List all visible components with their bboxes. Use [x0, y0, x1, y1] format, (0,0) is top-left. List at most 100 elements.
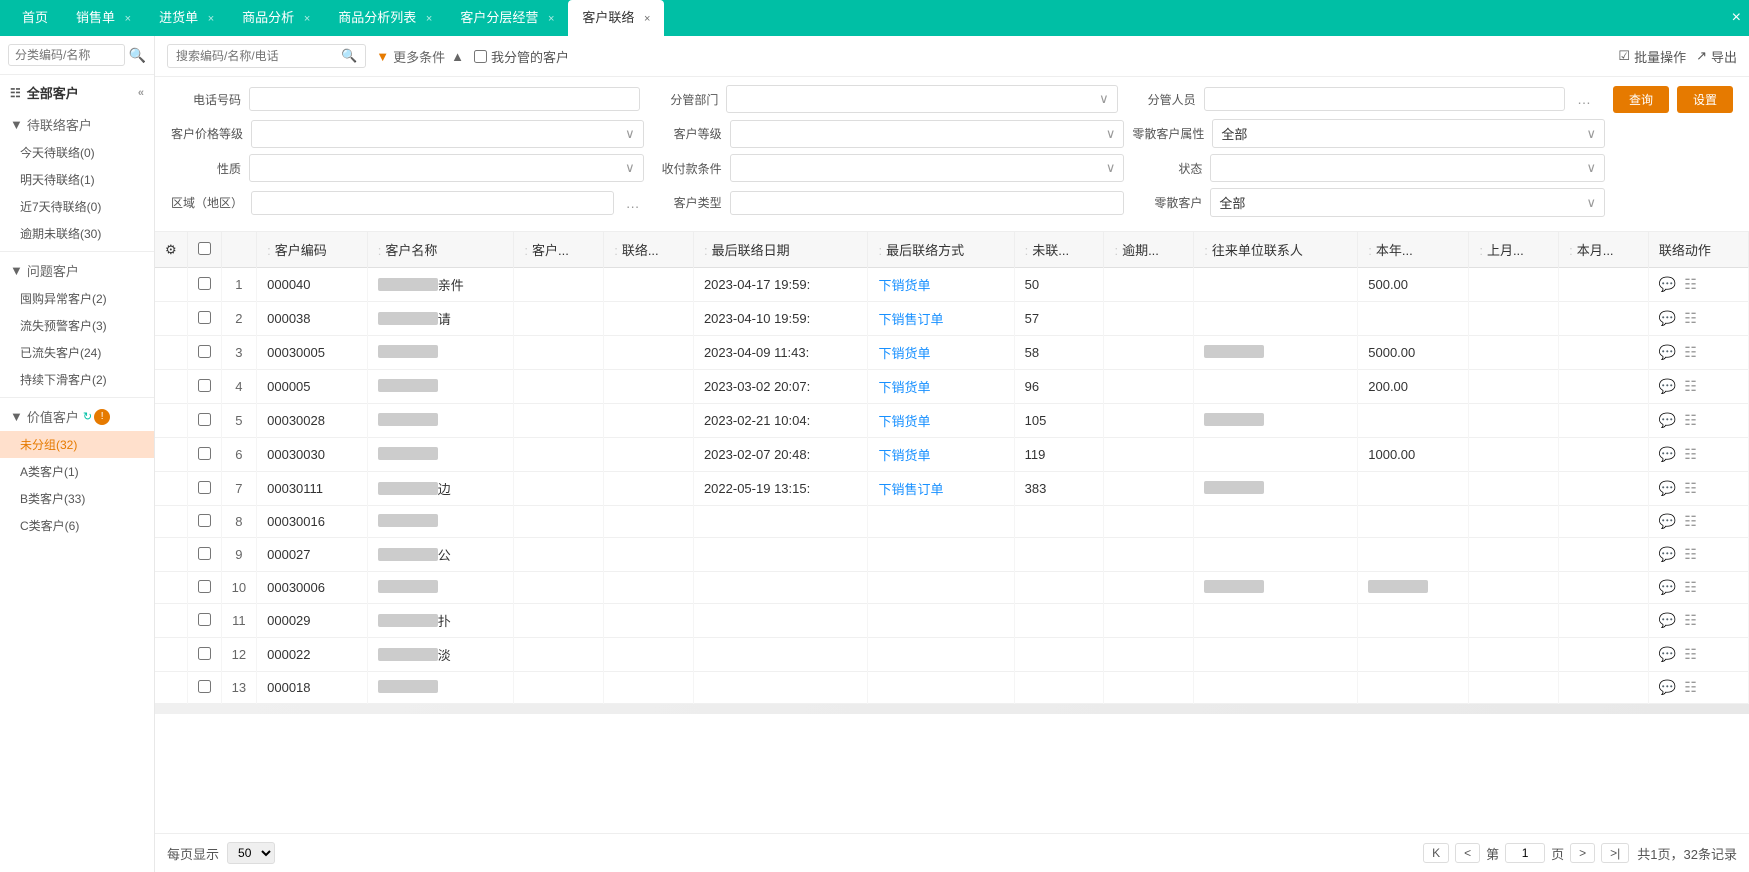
row-checkbox[interactable] [198, 447, 211, 460]
row-checkbox[interactable] [198, 311, 211, 324]
retail-attr-select[interactable]: 全部 ∨ [1212, 119, 1605, 148]
unit-contact-header[interactable]: :往来单位联系人 [1194, 232, 1358, 268]
category-search-input[interactable] [8, 44, 125, 66]
close-sales-tab[interactable]: × [125, 13, 131, 25]
cust-name-header[interactable]: :客户名称 [367, 232, 514, 268]
row-checkbox[interactable] [198, 680, 211, 693]
contact-grid-icon[interactable]: ☷ [1684, 378, 1697, 395]
manager-ellipsis-btn[interactable]: … [1573, 91, 1595, 107]
close-product-list-tab[interactable]: × [426, 13, 432, 25]
this-month-header[interactable]: :本月... [1559, 232, 1649, 268]
this-year-header[interactable]: :本年... [1358, 232, 1469, 268]
phone-input[interactable] [249, 87, 640, 111]
region-input[interactable] [251, 191, 614, 215]
last-page-button[interactable]: >| [1601, 843, 1629, 863]
status-select[interactable]: ∨ [1210, 154, 1605, 182]
contact-message-icon[interactable]: 💬 [1659, 310, 1676, 327]
sidebar-item-overdue-pending[interactable]: 逾期未联络(30) [0, 220, 154, 247]
my-customers-checkbox[interactable]: 我分管的客户 [474, 47, 569, 66]
settings-icon[interactable]: ⚙ [165, 242, 177, 257]
sidebar-item-churned[interactable]: 已流失客户(24) [0, 339, 154, 366]
price-tier-select[interactable]: ∨ [251, 120, 644, 148]
region-ellipsis-btn[interactable]: … [622, 195, 644, 211]
row-checkbox[interactable] [198, 345, 211, 358]
contact-grid-icon[interactable]: ☷ [1684, 412, 1697, 429]
overdue-header[interactable]: :逾期... [1104, 232, 1194, 268]
nav-tab-product-analysis[interactable]: 商品分析 × [228, 0, 324, 36]
settings-column-header[interactable]: ⚙ [155, 232, 187, 268]
batch-ops-button[interactable]: ☑ 批量操作 [1618, 47, 1686, 66]
contact-grid-icon[interactable]: ☷ [1684, 612, 1697, 629]
last-contact-date-header[interactable]: :最后联络日期 [693, 232, 868, 268]
horizontal-scrollbar[interactable] [155, 704, 1749, 714]
nav-home[interactable]: 首页 [8, 0, 62, 36]
value-section-label[interactable]: ▼ 价值客户 ↻ ! [0, 402, 154, 431]
contact-grid-icon[interactable]: ☷ [1684, 579, 1697, 596]
contact-message-icon[interactable]: 💬 [1659, 446, 1676, 463]
nature-select[interactable]: ∨ [249, 154, 644, 182]
page-size-select[interactable]: 50 [227, 842, 275, 864]
contact-grid-icon[interactable]: ☷ [1684, 546, 1697, 563]
last-contact-method-header[interactable]: :最后联络方式 [868, 232, 1014, 268]
all-customers-header[interactable]: ☷ 全部客户 « [0, 75, 154, 110]
sidebar-item-unclassified[interactable]: 未分组(32) [0, 431, 154, 458]
pending-section-label[interactable]: ▼ 待联络客户 [0, 110, 154, 139]
contact-message-icon[interactable]: 💬 [1659, 378, 1676, 395]
close-purchase-tab[interactable]: × [208, 13, 214, 25]
sidebar-item-class-b[interactable]: B类客户(33) [0, 485, 154, 512]
category-search-icon[interactable]: 🔍 [129, 47, 146, 64]
dept-select[interactable]: ∨ [726, 85, 1117, 113]
row-checkbox[interactable] [198, 413, 211, 426]
contact-grid-icon[interactable]: ☷ [1684, 310, 1697, 327]
cust-type-header[interactable]: :客户... [514, 232, 604, 268]
nav-tab-sales[interactable]: 销售单 × [62, 0, 145, 36]
page-number-input[interactable] [1505, 843, 1545, 863]
problem-section-label[interactable]: ▼ 问题客户 [0, 256, 154, 285]
contact-grid-icon[interactable]: ☷ [1684, 646, 1697, 663]
contact-header[interactable]: :联络... [604, 232, 694, 268]
contact-grid-icon[interactable]: ☷ [1684, 276, 1697, 293]
contact-grid-icon[interactable]: ☷ [1684, 446, 1697, 463]
more-conditions-toggle[interactable]: ▼ 更多条件 ▲ [376, 47, 464, 66]
nav-tab-product-list[interactable]: 商品分析列表 × [324, 0, 446, 36]
cust-code-header[interactable]: :客户编码 [257, 232, 368, 268]
row-checkbox[interactable] [198, 613, 211, 626]
row-checkbox[interactable] [198, 277, 211, 290]
row-checkbox[interactable] [198, 379, 211, 392]
close-customer-tier-tab[interactable]: × [548, 13, 554, 25]
sidebar-item-declining[interactable]: 持续下滑客户(2) [0, 366, 154, 393]
my-customers-check[interactable] [474, 50, 487, 63]
contact-message-icon[interactable]: 💬 [1659, 344, 1676, 361]
global-close-button[interactable]: × [1732, 9, 1741, 27]
cust-type-input[interactable] [730, 191, 1125, 215]
contact-message-icon[interactable]: 💬 [1659, 412, 1676, 429]
prev-page-button[interactable]: < [1455, 843, 1480, 863]
contact-message-icon[interactable]: 💬 [1659, 679, 1676, 696]
select-all-checkbox[interactable] [198, 242, 211, 255]
sidebar-item-today-pending[interactable]: 今天待联络(0) [0, 139, 154, 166]
contact-message-icon[interactable]: 💬 [1659, 276, 1676, 293]
contact-message-icon[interactable]: 💬 [1659, 480, 1676, 497]
value-refresh-icon[interactable]: ↻ [83, 410, 92, 423]
main-search-icon[interactable]: 🔍 [341, 48, 357, 64]
reset-button[interactable]: 设置 [1677, 86, 1733, 113]
contact-message-icon[interactable]: 💬 [1659, 612, 1676, 629]
main-search-input[interactable] [176, 49, 336, 63]
query-button[interactable]: 查询 [1613, 86, 1669, 113]
last-month-header[interactable]: :上月... [1469, 232, 1559, 268]
manager-input[interactable] [1204, 87, 1565, 111]
nav-tab-purchase[interactable]: 进货单 × [145, 0, 228, 36]
collapse-sidebar-icon[interactable]: « [138, 87, 144, 99]
sidebar-item-class-a[interactable]: A类客户(1) [0, 458, 154, 485]
contact-message-icon[interactable]: 💬 [1659, 513, 1676, 530]
first-page-button[interactable]: K [1423, 843, 1449, 863]
sidebar-item-7day-pending[interactable]: 近7天待联络(0) [0, 193, 154, 220]
payment-select[interactable]: ∨ [730, 154, 1125, 182]
close-product-analysis-tab[interactable]: × [304, 13, 310, 25]
sidebar-item-churn-warning[interactable]: 流失预警客户(3) [0, 312, 154, 339]
contact-grid-icon[interactable]: ☷ [1684, 344, 1697, 361]
row-checkbox[interactable] [198, 514, 211, 527]
row-checkbox[interactable] [198, 647, 211, 660]
retail-cust-select[interactable]: 全部 ∨ [1210, 188, 1605, 217]
export-button[interactable]: ↗ 导出 [1696, 47, 1737, 66]
